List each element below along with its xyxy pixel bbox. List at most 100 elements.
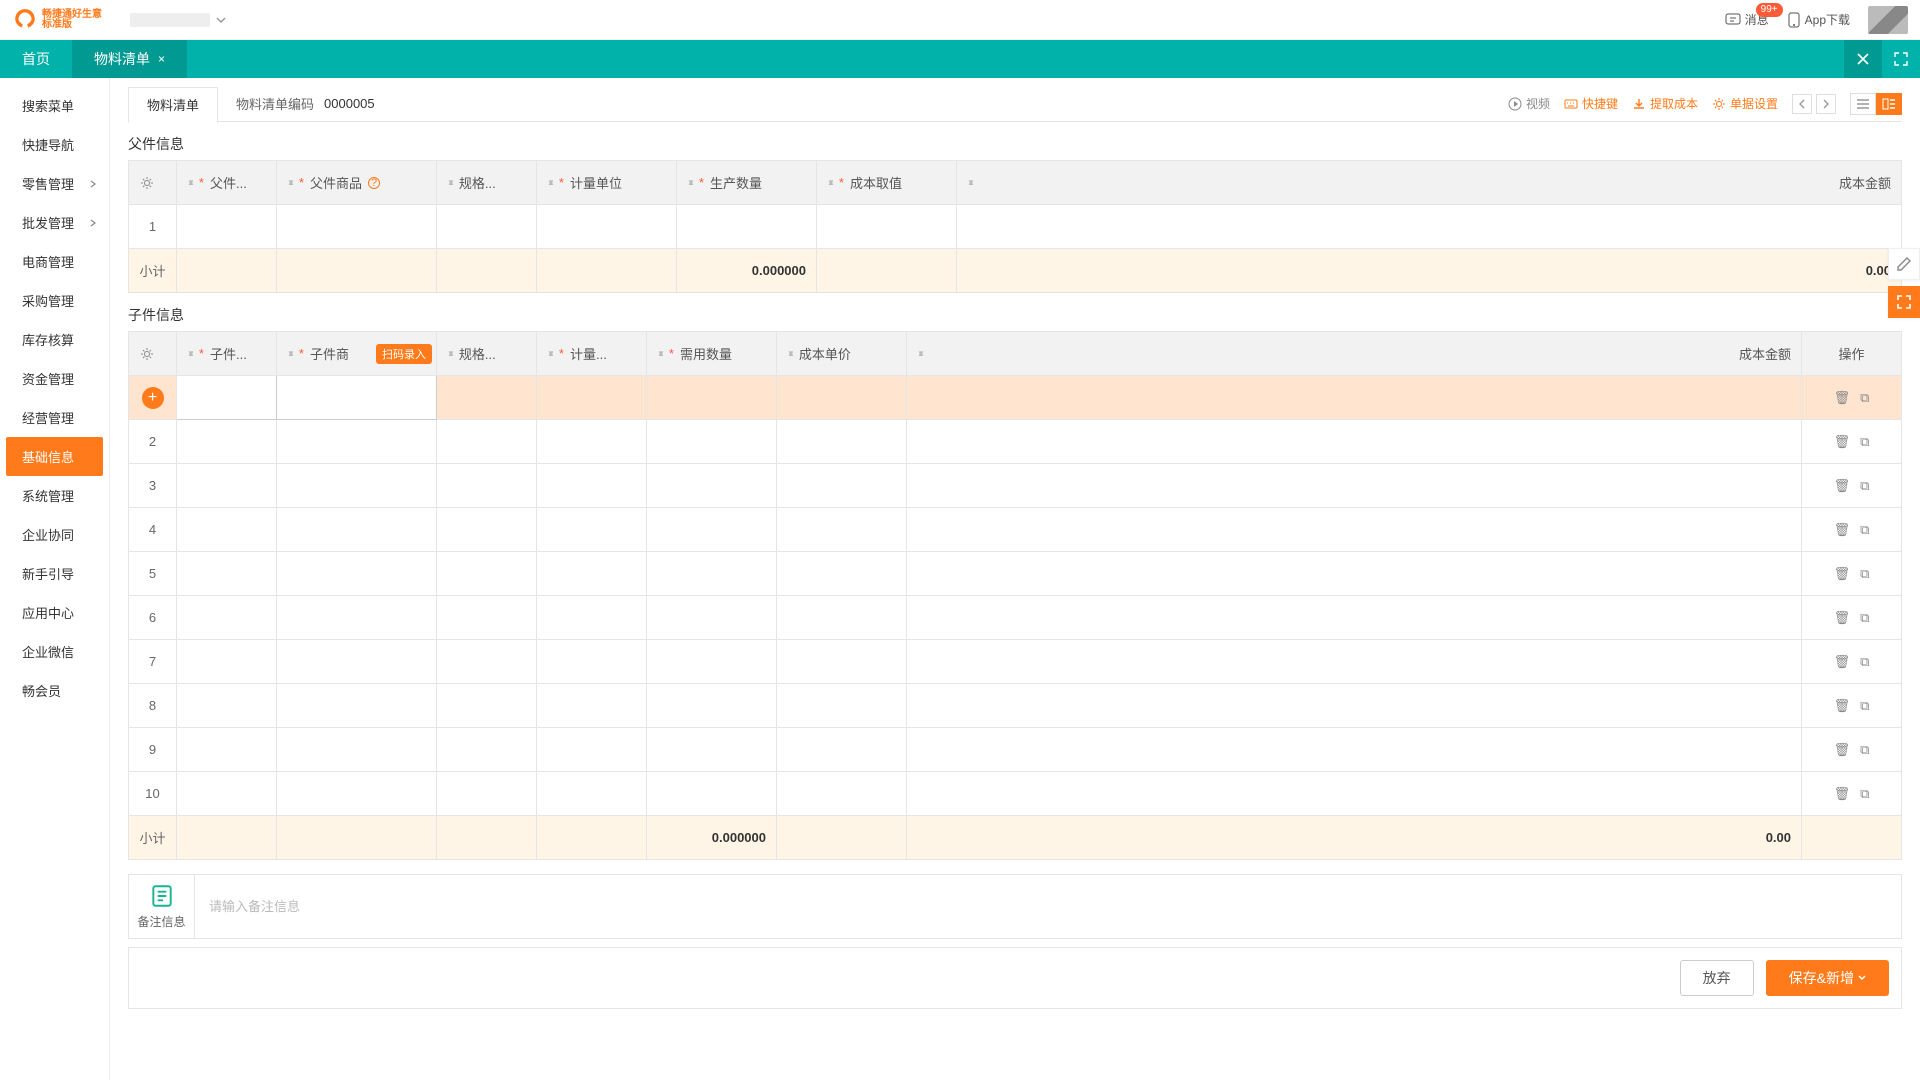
parent-col-spec[interactable]: 规格... <box>459 173 496 192</box>
child-row[interactable]: 10🗑⧉ <box>129 772 1902 816</box>
child-row[interactable]: 2🗑⧉ <box>129 420 1902 464</box>
parent-col-prodqty[interactable]: 生产数量 <box>710 173 762 192</box>
child-col-costamt[interactable]: 成本金额 <box>1739 344 1791 363</box>
play-icon <box>1508 97 1522 111</box>
child-row[interactable]: 9🗑⧉ <box>129 728 1902 772</box>
child-row[interactable]: 8🗑⧉ <box>129 684 1902 728</box>
copy-row-icon[interactable]: ⧉ <box>1860 742 1869 758</box>
copy-row-icon[interactable]: ⧉ <box>1860 478 1869 494</box>
delete-row-icon[interactable]: 🗑 <box>1834 478 1851 494</box>
tab-close-icon[interactable]: × <box>158 52 165 66</box>
tabstrip-expand-button[interactable] <box>1882 40 1920 78</box>
view-detail[interactable] <box>1876 93 1902 115</box>
tabstrip-close-button[interactable] <box>1844 40 1882 78</box>
sidebar-item-10[interactable]: 系统管理 <box>0 476 109 515</box>
child-col-unit[interactable]: 计量... <box>570 344 607 363</box>
sidebar-item-4[interactable]: 电商管理 <box>0 242 109 281</box>
sidebar-item-8[interactable]: 经营管理 <box>0 398 109 437</box>
add-row-button[interactable]: + <box>142 387 164 409</box>
child-col-item[interactable]: 子件商 <box>310 344 349 363</box>
sidebar-item-label: 系统管理 <box>22 486 74 505</box>
tool-extract-cost[interactable]: 提取成本 <box>1632 95 1698 112</box>
delete-row-icon[interactable]: 🗑 <box>1834 786 1851 802</box>
delete-row-icon[interactable]: 🗑 <box>1834 566 1851 582</box>
child-row[interactable]: 3🗑⧉ <box>129 464 1902 508</box>
parent-section-title: 父件信息 <box>128 134 1902 154</box>
sidebar-item-13[interactable]: 应用中心 <box>0 593 109 632</box>
tool-doc-settings[interactable]: 单据设置 <box>1712 95 1778 112</box>
app-download-label: App下载 <box>1805 11 1850 28</box>
sidebar-item-14[interactable]: 企业微信 <box>0 632 109 671</box>
sidebar-item-0[interactable]: 搜索菜单 <box>0 86 109 125</box>
sidebar-item-7[interactable]: 资金管理 <box>0 359 109 398</box>
column-settings-icon[interactable] <box>139 346 155 362</box>
nav-prev[interactable] <box>1792 94 1812 114</box>
sidebar-item-label: 批发管理 <box>22 213 74 232</box>
child-col-unitcost[interactable]: 成本单价 <box>799 344 851 363</box>
copy-row-icon[interactable]: ⧉ <box>1860 566 1869 582</box>
tab-home[interactable]: 首页 <box>0 40 72 78</box>
scan-input-button[interactable]: 扫码录入 <box>376 344 432 364</box>
delete-row-icon[interactable]: 🗑 <box>1834 522 1851 538</box>
tool-video[interactable]: 视频 <box>1508 95 1550 112</box>
app-download-button[interactable]: App下载 <box>1787 11 1850 28</box>
sidebar-item-1[interactable]: 快捷导航 <box>0 125 109 164</box>
delete-row-icon[interactable]: 🗑 <box>1834 742 1851 758</box>
child-row[interactable]: 6🗑⧉ <box>129 596 1902 640</box>
view-list[interactable] <box>1850 93 1876 115</box>
parent-col-costamt[interactable]: 成本金额 <box>1839 173 1891 192</box>
delete-row-icon[interactable]: 🗑 <box>1834 654 1851 670</box>
column-settings-icon[interactable] <box>139 175 155 191</box>
detail-icon <box>1882 98 1896 110</box>
delete-row-icon[interactable]: 🗑 <box>1834 434 1851 450</box>
save-new-button[interactable]: 保存&新增 <box>1766 960 1889 996</box>
child-row[interactable]: 4🗑⧉ <box>129 508 1902 552</box>
delete-row-icon[interactable]: 🗑 <box>1834 698 1851 714</box>
child-col-needqty[interactable]: 需用数量 <box>680 344 732 363</box>
user-avatar[interactable] <box>1868 6 1908 34</box>
copy-row-icon[interactable]: ⧉ <box>1860 786 1869 802</box>
help-icon[interactable]: ? <box>368 177 380 189</box>
discard-button[interactable]: 放弃 <box>1680 960 1754 996</box>
sidebar-item-5[interactable]: 采购管理 <box>0 281 109 320</box>
parent-row[interactable]: 1 <box>129 205 1902 249</box>
parent-col-unit[interactable]: 计量单位 <box>570 173 622 192</box>
sidebar-item-2[interactable]: 零售管理 <box>0 164 109 203</box>
pencil-icon <box>1896 256 1912 272</box>
copy-row-icon[interactable]: ⧉ <box>1860 698 1869 714</box>
child-row[interactable]: + 🗑 ⧉ <box>129 376 1902 420</box>
bom-code: 物料清单编码 0000005 <box>236 94 375 113</box>
copy-row-icon[interactable]: ⧉ <box>1860 390 1869 406</box>
child-col-spec[interactable]: 规格... <box>459 344 496 363</box>
child-col-code[interactable]: 子件... <box>210 344 247 363</box>
remark-input[interactable] <box>195 875 1901 938</box>
tab-bom[interactable]: 物料清单 × <box>72 40 187 78</box>
tool-shortcut[interactable]: 快捷键 <box>1564 95 1618 112</box>
messages-button[interactable]: 消息 99+ <box>1725 11 1769 28</box>
delete-row-icon[interactable]: 🗑 <box>1834 610 1851 626</box>
sidebar-item-15[interactable]: 畅会员 <box>0 671 109 710</box>
sidebar-item-3[interactable]: 批发管理 <box>0 203 109 242</box>
brand-logo: 畅捷通好生意 标准版 <box>12 7 102 33</box>
nav-next[interactable] <box>1816 94 1836 114</box>
sidebar-item-6[interactable]: 库存核算 <box>0 320 109 359</box>
sidebar-item-9[interactable]: 基础信息 <box>6 437 103 476</box>
parent-col-costsrc[interactable]: 成本取值 <box>850 173 902 192</box>
copy-row-icon[interactable]: ⧉ <box>1860 654 1869 670</box>
float-fullscreen-button[interactable] <box>1888 286 1920 318</box>
delete-row-icon[interactable]: 🗑 <box>1834 390 1851 406</box>
sub-tab-bom-list[interactable]: 物料清单 <box>128 87 218 123</box>
parent-col-item[interactable]: 父件商品 <box>310 173 362 192</box>
child-row[interactable]: 5🗑⧉ <box>129 552 1902 596</box>
copy-row-icon[interactable]: ⧉ <box>1860 522 1869 538</box>
org-selector[interactable] <box>122 9 234 31</box>
copy-row-icon[interactable]: ⧉ <box>1860 610 1869 626</box>
sidebar-item-12[interactable]: 新手引导 <box>0 554 109 593</box>
child-row[interactable]: 7🗑⧉ <box>129 640 1902 684</box>
copy-row-icon[interactable]: ⧉ <box>1860 434 1869 450</box>
parent-col-code[interactable]: 父件... <box>210 173 247 192</box>
float-edit-button[interactable] <box>1888 248 1920 280</box>
list-icon <box>1856 98 1870 110</box>
sidebar-item-11[interactable]: 企业协同 <box>0 515 109 554</box>
chevron-left-icon <box>1798 99 1806 109</box>
